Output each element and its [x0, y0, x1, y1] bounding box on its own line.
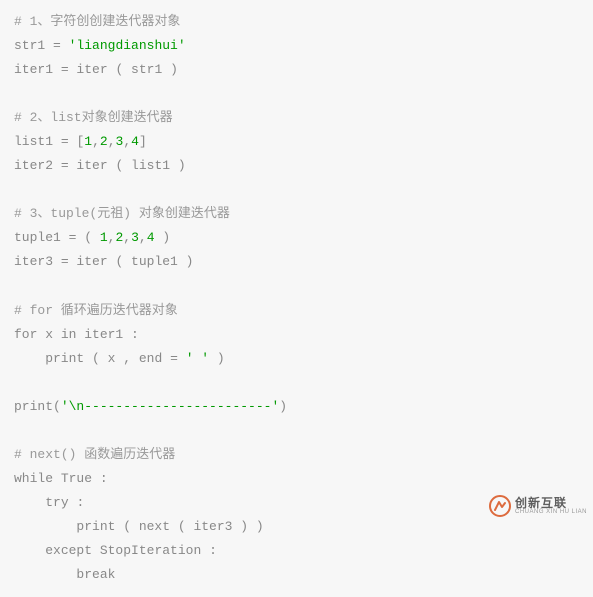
- code-keyword: except: [45, 543, 92, 558]
- code-token: (: [178, 519, 186, 534]
- code-keyword: while: [14, 471, 53, 486]
- code-token: iter: [69, 158, 116, 173]
- code-token: ): [240, 519, 248, 534]
- code-token: [53, 471, 61, 486]
- code-token: iter3: [14, 254, 61, 269]
- code-token: ): [279, 399, 287, 414]
- code-token: x: [100, 351, 123, 366]
- code-number: 1: [100, 230, 108, 245]
- code-token: [14, 543, 45, 558]
- code-token: ): [186, 254, 194, 269]
- code-token: ): [256, 519, 264, 534]
- code-token: print: [14, 519, 123, 534]
- code-comment: # next() 函数遍历迭代器: [14, 447, 175, 462]
- code-token: =: [61, 254, 69, 269]
- code-keyword: break: [76, 567, 115, 582]
- code-token: iter: [69, 254, 116, 269]
- code-comment: # 2、list对象创建迭代器: [14, 110, 173, 125]
- code-token: :: [209, 543, 217, 558]
- code-keyword: for: [14, 327, 37, 342]
- code-comment: # 1、字符创创建迭代器对象: [14, 14, 180, 29]
- code-string: 'liangdianshui': [69, 38, 186, 53]
- watermark-en: CHUANG XIN HU LIAN: [515, 509, 587, 515]
- code-number: 3: [131, 230, 139, 245]
- code-token: ,: [108, 134, 116, 149]
- code-token: ,: [123, 230, 131, 245]
- code-token: print: [14, 399, 53, 414]
- code-token: [61, 38, 69, 53]
- code-token: tuple1: [14, 230, 69, 245]
- watermark: 创新互联 CHUANG XIN HU LIAN: [489, 495, 587, 517]
- code-token: [92, 471, 100, 486]
- code-token: =: [53, 38, 61, 53]
- code-token: :: [131, 327, 139, 342]
- code-string: '\n------------------------': [61, 399, 279, 414]
- code-token: list1: [14, 134, 61, 149]
- watermark-text: 创新互联 CHUANG XIN HU LIAN: [515, 497, 587, 515]
- code-token: iter1: [14, 62, 61, 77]
- code-keyword: True: [61, 471, 92, 486]
- code-token: :: [76, 495, 84, 510]
- code-number: 4: [131, 134, 139, 149]
- code-number: 2: [100, 134, 108, 149]
- code-string: ' ': [186, 351, 209, 366]
- code-token: =: [61, 62, 69, 77]
- code-comment: # 3、tuple(元祖) 对象创建迭代器: [14, 206, 230, 221]
- code-token: ]: [139, 134, 147, 149]
- code-keyword: in: [61, 327, 77, 342]
- code-token: :: [100, 471, 108, 486]
- code-keyword: try: [45, 495, 68, 510]
- code-token: x: [37, 327, 60, 342]
- code-token: ): [170, 62, 178, 77]
- code-token: next: [131, 519, 178, 534]
- code-token: ): [178, 158, 186, 173]
- code-token: [14, 567, 76, 582]
- code-token: ,: [139, 230, 147, 245]
- code-token: iter2: [14, 158, 61, 173]
- watermark-cn: 创新互联: [515, 497, 587, 509]
- watermark-logo-icon: [489, 495, 511, 517]
- code-token: (: [84, 230, 92, 245]
- code-token: ): [162, 230, 170, 245]
- code-number: 4: [147, 230, 155, 245]
- code-token: =: [61, 158, 69, 173]
- code-token: print: [14, 351, 92, 366]
- code-token: [209, 351, 217, 366]
- code-token: ): [217, 351, 225, 366]
- code-token: [14, 495, 45, 510]
- code-comment: # for 循环遍历迭代器对象: [14, 303, 178, 318]
- code-token: ,: [123, 351, 131, 366]
- code-token: iter: [69, 62, 116, 77]
- code-number: 1: [84, 134, 92, 149]
- code-token: [92, 230, 100, 245]
- code-token: =: [61, 134, 69, 149]
- code-token: str1: [14, 38, 53, 53]
- code-token: =: [170, 351, 178, 366]
- code-token: iter1: [76, 327, 131, 342]
- code-token: (: [123, 519, 131, 534]
- code-token: (: [92, 351, 100, 366]
- code-token: str1: [123, 62, 170, 77]
- code-token: list1: [123, 158, 178, 173]
- code-token: [248, 519, 256, 534]
- code-token: [178, 351, 186, 366]
- code-token: StopIteration: [92, 543, 209, 558]
- code-token: tuple1: [123, 254, 185, 269]
- code-token: iter3: [186, 519, 241, 534]
- code-token: ,: [123, 134, 131, 149]
- code-token: end: [131, 351, 170, 366]
- code-token: (: [53, 399, 61, 414]
- code-token: ,: [92, 134, 100, 149]
